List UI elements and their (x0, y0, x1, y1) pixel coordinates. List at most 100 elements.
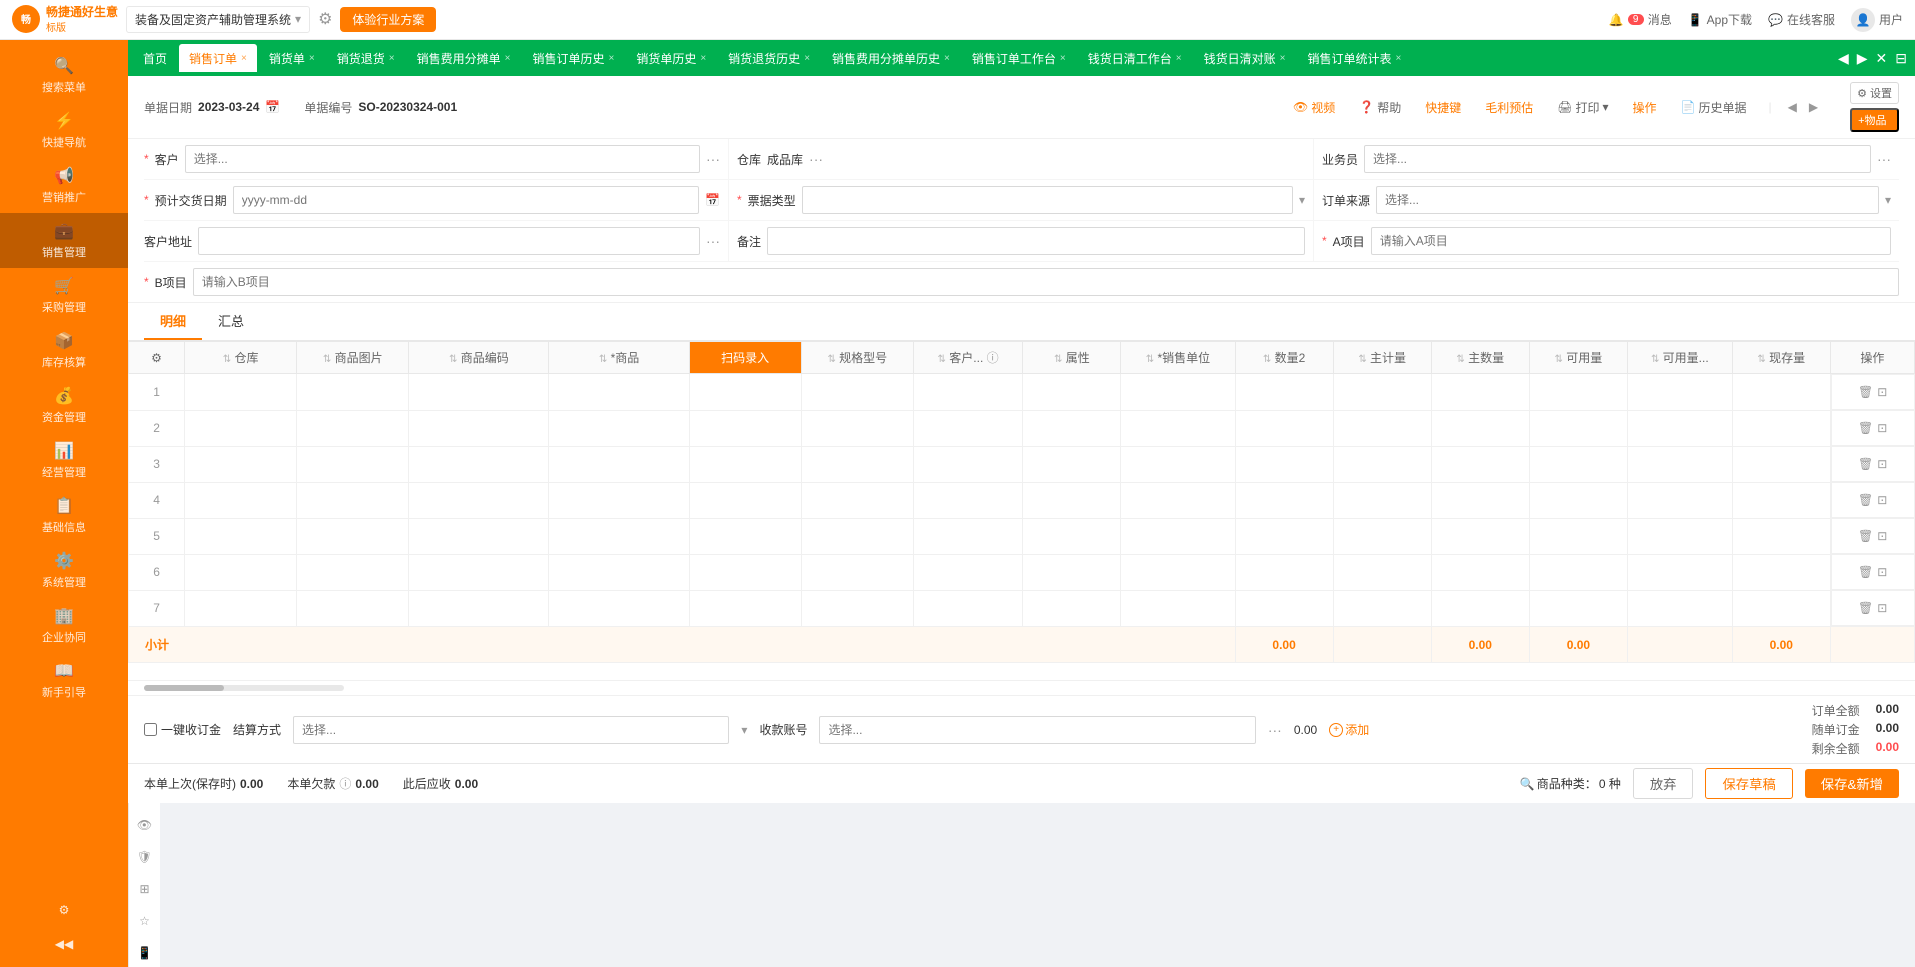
right-eye-btn[interactable]: 👁 (131, 811, 159, 839)
tab-close-icon[interactable]: × (309, 53, 315, 64)
shortcut-btn[interactable]: 快捷键 (1419, 96, 1467, 119)
tab-close-icon[interactable]: × (1060, 53, 1066, 64)
staff-input[interactable] (1364, 145, 1871, 173)
tab-sales-order[interactable]: 销售订单 × (179, 44, 257, 72)
notifications-btn[interactable]: 🔔 9 消息 (1609, 11, 1672, 28)
one-click-checkbox[interactable] (144, 723, 157, 736)
save-new-button[interactable]: 保存&新增 (1805, 769, 1899, 798)
tab-cash-daily-reconcile[interactable]: 钱货日清对账 × (1194, 44, 1296, 72)
tab-close-icon[interactable]: × (804, 53, 810, 64)
sidebar-item-finance[interactable]: 💰 资金管理 (0, 378, 128, 433)
pay-method-input[interactable] (293, 716, 729, 744)
delete-row-icon[interactable]: 🗑 (1858, 529, 1873, 543)
solution-button[interactable]: 体验行业方案 (340, 7, 436, 32)
tab-cash-daily-workbench[interactable]: 钱货日清工作台 × (1078, 44, 1192, 72)
tab-sales-refund[interactable]: 销货退货 × (327, 44, 405, 72)
settings-btn[interactable]: ⚙ 设置 (1850, 82, 1899, 104)
th-settings[interactable]: ⚙ (129, 342, 185, 374)
account-more-btn[interactable]: ··· (1268, 722, 1282, 738)
invoice-dropdown-icon[interactable]: ▾ (1299, 193, 1305, 207)
copy-row-icon[interactable]: ⊡ (1877, 457, 1887, 471)
staff-more-btn[interactable]: ··· (1877, 151, 1891, 167)
operation-btn[interactable]: 操作 (1627, 96, 1663, 119)
delete-row-icon[interactable]: 🗑 (1858, 457, 1873, 471)
sidebar-item-enterprise[interactable]: 🏢 企业协同 (0, 598, 128, 653)
tab-sales-expense[interactable]: 销售费用分摊单 × (407, 44, 521, 72)
delete-row-icon[interactable]: 🗑 (1858, 565, 1873, 579)
one-click-collect-label[interactable]: 一键收订金 (144, 721, 221, 738)
b-project-input[interactable] (193, 268, 1899, 296)
addr-more-btn[interactable]: ··· (706, 233, 720, 249)
online-service-btn[interactable]: 💬 在线客服 (1768, 11, 1835, 28)
sidebar-item-operations[interactable]: 📊 经营管理 (0, 433, 128, 488)
print-btn[interactable]: 🖨 打印 ▾ (1551, 96, 1614, 119)
delete-row-icon[interactable]: 🗑 (1858, 421, 1873, 435)
customer-addr-input[interactable] (198, 227, 700, 255)
copy-row-icon[interactable]: ⊡ (1877, 385, 1887, 399)
sidebar-collapse-btn[interactable]: ◀◀ (51, 929, 77, 959)
sidebar-item-sales[interactable]: 💼 销售管理 (0, 213, 128, 268)
tab-close-all-btn[interactable]: ✕ (1872, 50, 1892, 67)
save-draft-button[interactable]: 保存草稿 (1705, 768, 1792, 799)
tab-sales-refund-history[interactable]: 销货退货历史 × (718, 44, 820, 72)
tab-detail[interactable]: 明细 (144, 303, 202, 340)
tab-close-icon[interactable]: × (1280, 53, 1286, 64)
account-input[interactable] (819, 716, 1255, 744)
nav-left-icon[interactable]: ◀ (1788, 100, 1797, 114)
sidebar-item-inventory[interactable]: 📦 库存核算 (0, 323, 128, 378)
sidebar-bottom-settings[interactable]: ⚙ (51, 895, 77, 925)
copy-row-icon[interactable]: ⊡ (1877, 421, 1887, 435)
warehouse-more-btn[interactable]: ··· (809, 151, 823, 167)
tab-close-icon[interactable]: × (608, 53, 614, 64)
tab-sales-expense-history[interactable]: 销售费用分摊单历史 × (822, 44, 960, 72)
tab-close-icon[interactable]: × (1395, 53, 1401, 64)
copy-row-icon[interactable]: ⊡ (1877, 565, 1887, 579)
tab-close-icon[interactable]: × (1176, 53, 1182, 64)
add-payment-btn[interactable]: + 添加 (1329, 721, 1369, 738)
right-star-btn[interactable]: ☆ (131, 907, 159, 935)
nav-right-icon[interactable]: ▶ (1809, 100, 1818, 114)
system-selector[interactable]: 装备及固定资产辅助管理系统 ▾ (126, 6, 310, 33)
settings-icon[interactable]: ⚙ (318, 9, 332, 29)
right-grid-btn[interactable]: ⊞ (131, 875, 159, 903)
right-phone-btn[interactable]: 📱 (131, 939, 159, 967)
column-settings-icon[interactable]: ⚙ (151, 351, 162, 365)
user-avatar[interactable]: 👤 用户 (1851, 8, 1903, 32)
tab-close-icon[interactable]: × (241, 53, 247, 64)
view-btn[interactable]: 👁 视频 (1287, 96, 1341, 119)
tab-close-icon[interactable]: × (944, 53, 950, 64)
tab-sales-return[interactable]: 销货单 × (259, 44, 325, 72)
tab-next-btn[interactable]: ▶ (1853, 50, 1872, 67)
sidebar-item-guide[interactable]: 📖 新手引导 (0, 653, 128, 708)
tab-menu-btn[interactable]: ⊟ (1891, 50, 1911, 67)
remark-input[interactable] (767, 227, 1305, 255)
tab-home[interactable]: 首页 (133, 44, 177, 72)
tab-close-icon[interactable]: × (389, 53, 395, 64)
delete-row-icon[interactable]: 🗑 (1858, 493, 1873, 507)
profit-btn[interactable]: 毛利预估 (1479, 96, 1539, 119)
sidebar-item-purchase[interactable]: 🛒 采购管理 (0, 268, 128, 323)
pay-method-dropdown-icon[interactable]: ▾ (741, 723, 747, 737)
a-project-input[interactable] (1371, 227, 1891, 255)
app-download-btn[interactable]: 📱 App下载 (1688, 11, 1752, 28)
sidebar-item-basic[interactable]: 📋 基础信息 (0, 488, 128, 543)
order-source-input[interactable] (1376, 186, 1879, 214)
discard-button[interactable]: 放弃 (1633, 768, 1694, 799)
tab-close-icon[interactable]: × (505, 53, 511, 64)
copy-row-icon[interactable]: ⊡ (1877, 493, 1887, 507)
add-item-btn[interactable]: +物品 (1850, 108, 1899, 132)
tab-summary[interactable]: 汇总 (202, 303, 260, 340)
sidebar-item-marketing[interactable]: 📢 营销推广 (0, 158, 128, 213)
tab-close-icon[interactable]: × (700, 53, 706, 64)
tab-sales-return-history[interactable]: 销货单历史 × (626, 44, 716, 72)
customer-more-btn[interactable]: ··· (706, 151, 720, 167)
help-btn[interactable]: ❓ 帮助 (1353, 96, 1407, 119)
invoice-input[interactable]: 不开票 (802, 186, 1293, 214)
copy-row-icon[interactable]: ⊡ (1877, 601, 1887, 615)
sidebar-item-quicknav[interactable]: ⚡ 快捷导航 (0, 103, 128, 158)
th-scan[interactable]: 扫码录入 (689, 342, 801, 374)
customer-input[interactable] (185, 145, 700, 173)
tab-sales-order-history[interactable]: 销售订单历史 × (522, 44, 624, 72)
tab-prev-btn[interactable]: ◀ (1834, 50, 1853, 67)
right-shield-btn[interactable]: 🛡 (131, 843, 159, 871)
